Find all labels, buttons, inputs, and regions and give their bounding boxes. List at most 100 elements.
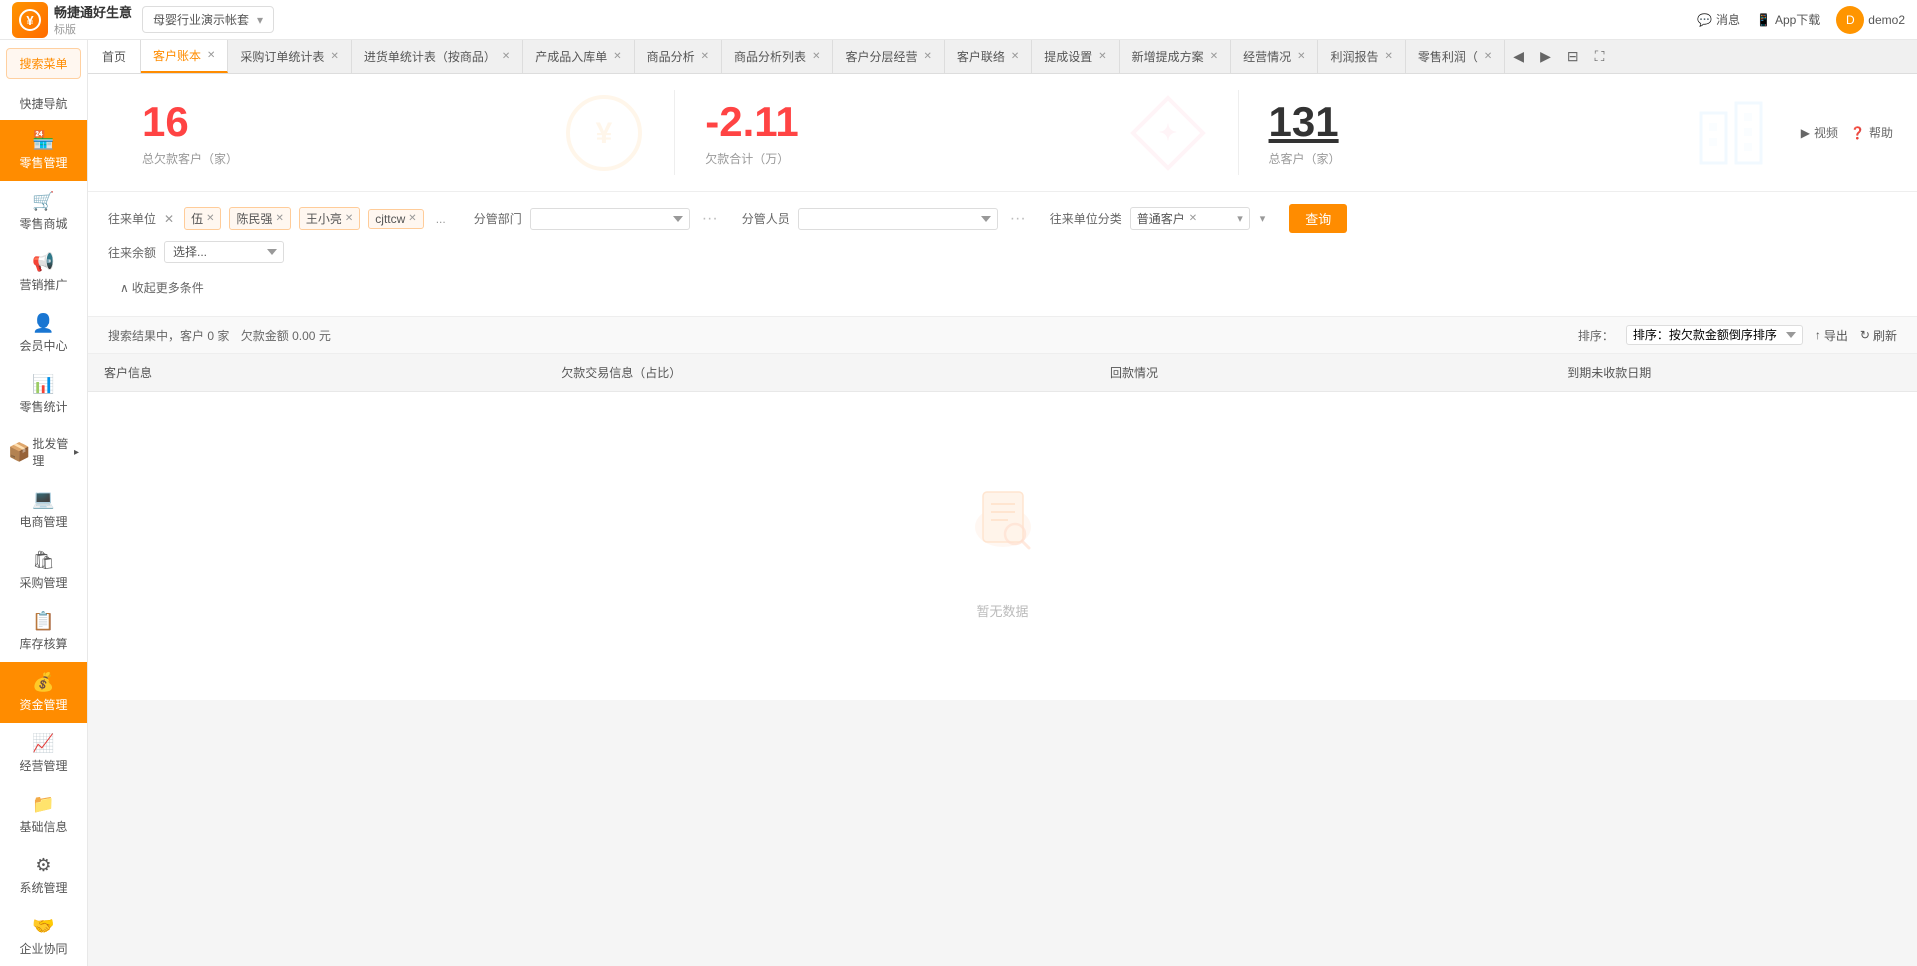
sidebar-item-enterprise-collab[interactable]: 🤝 企业协同 xyxy=(0,906,87,966)
message-button[interactable]: 💬 消息 xyxy=(1697,11,1740,28)
tag-close-wu[interactable]: ✕ xyxy=(206,213,214,224)
tab-scroll-left-button[interactable]: ◀ xyxy=(1505,40,1532,73)
export-icon: ↑ xyxy=(1815,328,1821,342)
col-repayment: 回款情况 xyxy=(1094,354,1551,392)
filter-tag-wu[interactable]: 伍 ✕ xyxy=(184,207,221,230)
data-table: 客户信息 欠款交易信息（占比） 回款情况 到期未收款日期 xyxy=(88,354,1917,700)
tab-close-purchase-order[interactable]: ✕ xyxy=(330,51,338,62)
unit-class-expand[interactable]: ▾ xyxy=(1260,212,1266,225)
dept-more-icon[interactable]: ··· xyxy=(702,210,718,228)
tab-customer-tier[interactable]: 客户分层经营 ✕ xyxy=(833,40,944,73)
tab-close-profit-report[interactable]: ✕ xyxy=(1385,51,1393,62)
refresh-button[interactable]: ↻ 刷新 xyxy=(1860,327,1897,344)
filter-more-button[interactable]: ... xyxy=(432,210,450,228)
stat-total-customers-label: 总欠款客户（家） xyxy=(142,150,238,167)
sidebar-item-batch-mgmt[interactable]: 📦 批发管理 ▸ xyxy=(0,425,87,479)
tab-close-incoming-stats[interactable]: ✕ xyxy=(502,51,510,62)
tab-home[interactable]: 首页 xyxy=(88,40,141,73)
tab-close-business-status[interactable]: ✕ xyxy=(1297,51,1305,62)
table-header: 客户信息 欠款交易信息（占比） 回款情况 到期未收款日期 xyxy=(88,354,1917,392)
tab-new-promotion-plan[interactable]: 新增提成方案 ✕ xyxy=(1120,40,1231,73)
sort-select[interactable]: 排序：按欠款金额倒序排序 xyxy=(1626,325,1803,345)
chevron-down-icon: ▾ xyxy=(257,13,263,27)
tab-close-new-promotion-plan[interactable]: ✕ xyxy=(1210,51,1218,62)
tab-close-product-in[interactable]: ✕ xyxy=(613,51,621,62)
tag-close-wang[interactable]: ✕ xyxy=(345,213,353,224)
sidebar-item-system[interactable]: ⚙ 系统管理 xyxy=(0,845,87,906)
sidebar-item-ecommerce[interactable]: 💻 电商管理 xyxy=(0,479,87,540)
collapse-button[interactable]: ∧ 收起更多条件 xyxy=(108,275,1897,300)
sidebar-item-member-center[interactable]: 👤 会员中心 xyxy=(0,303,87,364)
tab-bar: 首页 客户账本 ✕ 采购订单统计表 ✕ 进货单统计表（按商品） ✕ 产成品入库单… xyxy=(88,40,1917,74)
tag-close-cjttcw[interactable]: ✕ xyxy=(408,213,416,224)
sidebar-item-finance[interactable]: 💰 资金管理 xyxy=(0,662,87,723)
empty-text: 暂无数据 xyxy=(976,601,1028,620)
col-overdue-trade: 欠款交易信息（占比） xyxy=(545,354,1094,392)
tab-close-customer-contact[interactable]: ✕ xyxy=(1011,51,1019,62)
filter-row-2: 往来余额 选择... xyxy=(108,241,1897,263)
user-menu-button[interactable]: D demo2 xyxy=(1836,6,1905,34)
unit-class-chevron[interactable]: ▾ xyxy=(1237,212,1243,225)
stat-total-customers: ¥ 16 总欠款客户（家） xyxy=(112,90,675,175)
svg-text:¥: ¥ xyxy=(26,13,34,28)
person-select[interactable] xyxy=(798,208,998,230)
tab-customer-account[interactable]: 客户账本 ✕ xyxy=(141,40,228,73)
dept-select[interactable] xyxy=(530,208,690,230)
sidebar-item-retail-stats[interactable]: 📊 零售统计 xyxy=(0,364,87,425)
col-customer-info: 客户信息 xyxy=(88,354,545,392)
sidebar: 搜索菜单 快捷导航 🏪 零售管理 🛒 零售商城 📢 营销推广 👤 会员中心 xyxy=(0,40,88,966)
unit-clear-icon[interactable]: ✕ xyxy=(164,212,174,226)
unit-class-tag-close[interactable]: ✕ xyxy=(1189,213,1197,224)
tab-purchase-order[interactable]: 采购订单统计表 ✕ xyxy=(228,40,351,73)
sidebar-item-basic-info[interactable]: 📁 基础信息 xyxy=(0,784,87,845)
search-menu-button[interactable]: 搜索菜单 xyxy=(6,48,81,79)
tab-customer-contact[interactable]: 客户联络 ✕ xyxy=(945,40,1032,73)
tab-incoming-stats[interactable]: 进货单统计表（按商品） ✕ xyxy=(352,40,523,73)
export-button[interactable]: ↑ 导出 xyxy=(1815,327,1848,344)
sidebar-item-inventory[interactable]: 📋 库存核算 xyxy=(0,601,87,662)
tab-more-button[interactable]: ⊟ xyxy=(1559,40,1587,73)
query-button[interactable]: 查询 xyxy=(1289,204,1347,233)
sidebar-item-retail-mall[interactable]: 🛒 零售商城 xyxy=(0,181,87,242)
logo-text: 畅捷通好生意 标版 xyxy=(54,2,132,37)
sidebar-item-operations[interactable]: 📈 经营管理 xyxy=(0,723,87,784)
quick-nav-button[interactable]: 快捷导航 xyxy=(0,87,87,120)
tab-close-product-analysis-list[interactable]: ✕ xyxy=(812,51,820,62)
tab-close-retail-profit[interactable]: ✕ xyxy=(1484,51,1492,62)
tab-promotion-settings[interactable]: 提成设置 ✕ xyxy=(1032,40,1119,73)
sidebar-item-purchase-mgmt[interactable]: 🛍 采购管理 xyxy=(0,540,87,601)
tab-retail-profit[interactable]: 零售利润（ ✕ xyxy=(1406,40,1505,73)
empty-state: 暂无数据 xyxy=(88,392,1917,700)
tab-product-in[interactable]: 产成品入库单 ✕ xyxy=(523,40,634,73)
tab-scroll-right-button[interactable]: ▶ xyxy=(1532,40,1559,73)
balance-select[interactable]: 选择... xyxy=(164,241,284,263)
tab-close-customer-account[interactable]: ✕ xyxy=(207,50,215,61)
org-selector[interactable]: 母婴行业演示帐套 ▾ xyxy=(142,6,274,33)
help-button[interactable]: ❓ 帮助 xyxy=(1850,124,1893,141)
retail-mgmt-icon: 🏪 xyxy=(32,130,54,151)
tab-close-customer-tier[interactable]: ✕ xyxy=(923,51,931,62)
sidebar-item-retail-mgmt[interactable]: 🏪 零售管理 xyxy=(0,120,87,181)
tag-close-chen[interactable]: ✕ xyxy=(276,213,284,224)
tab-close-product-analysis[interactable]: ✕ xyxy=(701,51,709,62)
app-download-button[interactable]: 📱 App下载 xyxy=(1756,11,1820,28)
filter-tag-cjttcw[interactable]: cjttcw ✕ xyxy=(368,209,423,229)
filter-tag-chen[interactable]: 陈民强 ✕ xyxy=(229,207,290,230)
tab-profit-report[interactable]: 利润报告 ✕ xyxy=(1318,40,1405,73)
stat-overdue-amount-value: -2.11 xyxy=(705,98,798,146)
video-button[interactable]: ▶ 视频 xyxy=(1801,124,1838,141)
dept-filter-label: 分管部门 xyxy=(474,210,522,227)
tab-fullscreen-button[interactable]: ⛶ xyxy=(1587,40,1613,73)
person-more-icon[interactable]: ··· xyxy=(1010,210,1026,228)
tab-product-analysis-list[interactable]: 商品分析列表 ✕ xyxy=(722,40,833,73)
filter-tag-wang[interactable]: 王小亮 ✕ xyxy=(299,207,360,230)
empty-row: 暂无数据 xyxy=(88,392,1917,701)
batch-mgmt-icon: 📦 xyxy=(8,442,30,463)
tab-product-analysis[interactable]: 商品分析 ✕ xyxy=(635,40,722,73)
stat-total-customers-value: 16 xyxy=(142,98,238,146)
tab-business-status[interactable]: 经营情况 ✕ xyxy=(1231,40,1318,73)
sidebar-item-marketing[interactable]: 📢 营销推广 xyxy=(0,242,87,303)
stat-total-all-customers-label: 总客户（家） xyxy=(1269,150,1341,167)
svg-text:¥: ¥ xyxy=(596,117,613,150)
tab-close-promotion-settings[interactable]: ✕ xyxy=(1098,51,1106,62)
